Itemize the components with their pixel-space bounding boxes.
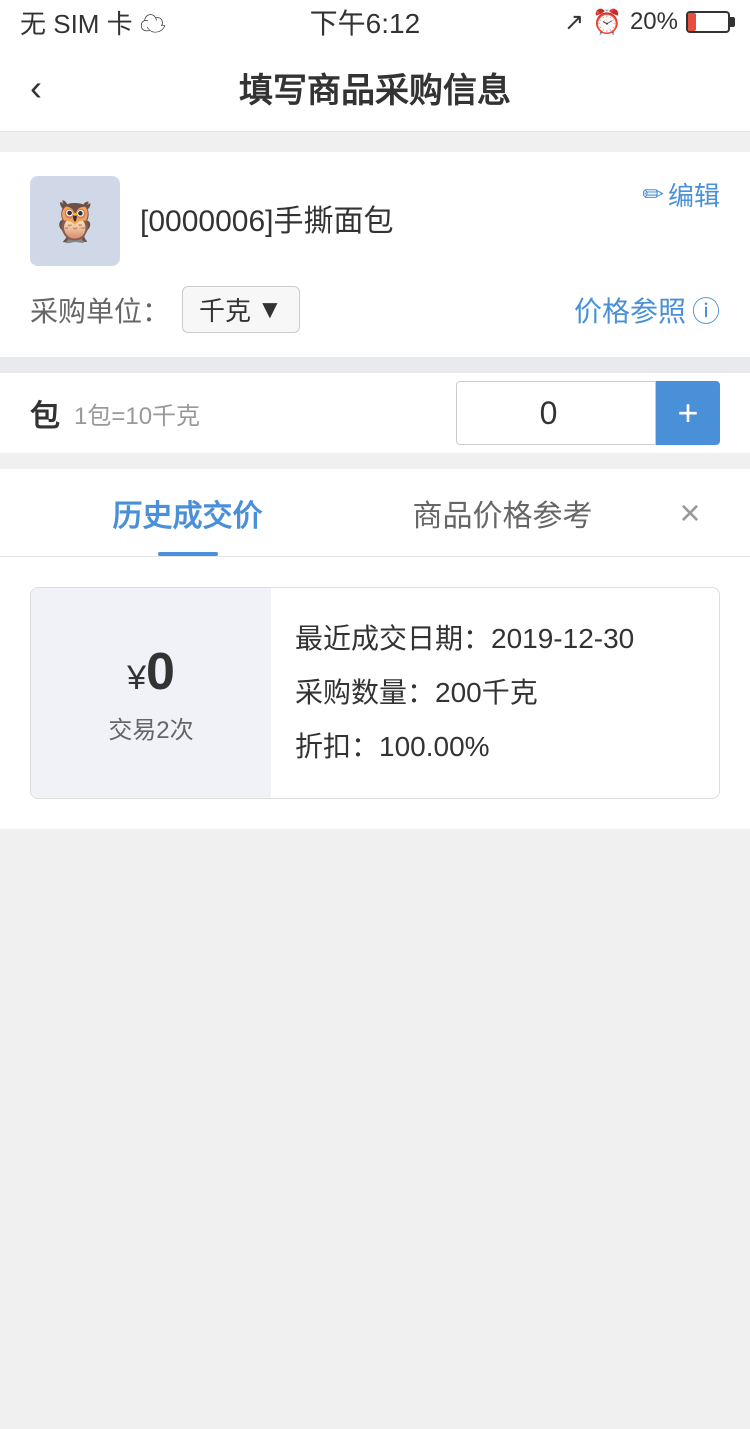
sim-label: 无 SIM 卡 ☁ xyxy=(20,4,166,41)
divider xyxy=(0,357,750,373)
edit-icon: ✏ xyxy=(642,179,664,210)
status-left: 无 SIM 卡 ☁ xyxy=(20,4,166,41)
product-name: [0000006]手撕面包 xyxy=(140,196,393,240)
tab-history-price[interactable]: 历史成交价 xyxy=(30,469,345,556)
help-icon: ⓘ xyxy=(692,290,720,330)
history-price-panel: ¥0 交易2次 xyxy=(31,588,271,798)
quantity-row: 包 1包=10千克 + xyxy=(0,373,750,453)
discount-label: 折扣： xyxy=(295,731,379,762)
product-card: 🦉 [0000006]手撕面包 ✏ 编辑 采购单位： 千克 ▼ 价格参照 ⓘ xyxy=(0,152,750,357)
alarm-icon: ⏰ xyxy=(592,8,622,37)
battery-fill xyxy=(688,13,696,31)
main-content xyxy=(0,829,750,1429)
price-ref-button[interactable]: 价格参照 ⓘ xyxy=(574,290,720,330)
purchase-unit-row: 采购单位： 千克 ▼ 价格参照 ⓘ xyxy=(30,286,720,333)
back-button[interactable]: ‹ xyxy=(30,67,42,109)
tab-close-button[interactable]: × xyxy=(660,483,720,543)
nav-bar: ‹ 填写商品采购信息 xyxy=(0,44,750,132)
quantity-controls: + xyxy=(456,381,720,445)
unit-value: 千克 xyxy=(199,291,251,328)
quantity-detail-value: 200千克 xyxy=(435,677,538,708)
quantity-input[interactable] xyxy=(456,381,656,445)
quantity-detail-label: 采购数量： xyxy=(295,677,435,708)
bag-hint: 1包=10千克 xyxy=(74,396,200,431)
status-bar: 无 SIM 卡 ☁ 下午6:12 ↗ ⏰ 20% xyxy=(0,0,750,44)
edit-label: 编辑 xyxy=(668,176,720,213)
product-info: [0000006]手撕面包 xyxy=(140,196,393,246)
tab-section: 历史成交价 商品价格参考 × ¥0 交易2次 最近成交日期：2019-12-30… xyxy=(0,469,750,829)
discount-value: 100.00% xyxy=(379,731,490,762)
quantity-line: 采购数量：200千克 xyxy=(295,672,695,714)
currency-symbol: ¥ xyxy=(127,659,146,697)
bag-icon: 包 xyxy=(30,391,60,435)
battery-percent: 20% xyxy=(630,8,678,36)
recent-date-value: 2019-12-30 xyxy=(491,623,634,654)
page-title: 填写商品采购信息 xyxy=(239,63,511,112)
status-time: 下午6:12 xyxy=(310,2,421,42)
product-thumbnail: 🦉 xyxy=(30,176,120,266)
unit-selector[interactable]: 千克 ▼ xyxy=(182,286,300,333)
trade-count: 交易2次 xyxy=(108,710,193,745)
edit-button[interactable]: ✏ 编辑 xyxy=(642,176,720,213)
location-icon: ↗ xyxy=(564,8,584,37)
history-card: ¥0 交易2次 最近成交日期：2019-12-30 采购数量：200千克 折扣：… xyxy=(30,587,720,799)
recent-date-label: 最近成交日期： xyxy=(295,623,491,654)
product-left: 🦉 [0000006]手撕面包 xyxy=(30,176,393,266)
battery-icon xyxy=(686,11,730,33)
price-value: 0 xyxy=(146,643,175,701)
history-details: 最近成交日期：2019-12-30 采购数量：200千克 折扣：100.00% xyxy=(271,588,719,798)
product-header: 🦉 [0000006]手撕面包 ✏ 编辑 xyxy=(30,176,720,266)
history-content: ¥0 交易2次 最近成交日期：2019-12-30 采购数量：200千克 折扣：… xyxy=(0,557,750,829)
tab-bar: 历史成交价 商品价格参考 × xyxy=(0,469,750,557)
quantity-label: 包 1包=10千克 xyxy=(30,391,200,435)
dropdown-icon: ▼ xyxy=(257,294,283,325)
recent-date-line: 最近成交日期：2019-12-30 xyxy=(295,618,695,660)
status-right: ↗ ⏰ 20% xyxy=(564,8,730,37)
history-price: ¥0 xyxy=(127,642,175,702)
unit-label: 采购单位： xyxy=(30,290,170,330)
product-thumb-icon: 🦉 xyxy=(50,198,100,245)
discount-line: 折扣：100.00% xyxy=(295,726,695,768)
tab-product-price-ref[interactable]: 商品价格参考 xyxy=(345,469,660,556)
price-ref-label: 价格参照 xyxy=(574,290,686,330)
quantity-plus-button[interactable]: + xyxy=(656,381,720,445)
purchase-unit-left: 采购单位： 千克 ▼ xyxy=(30,286,300,333)
